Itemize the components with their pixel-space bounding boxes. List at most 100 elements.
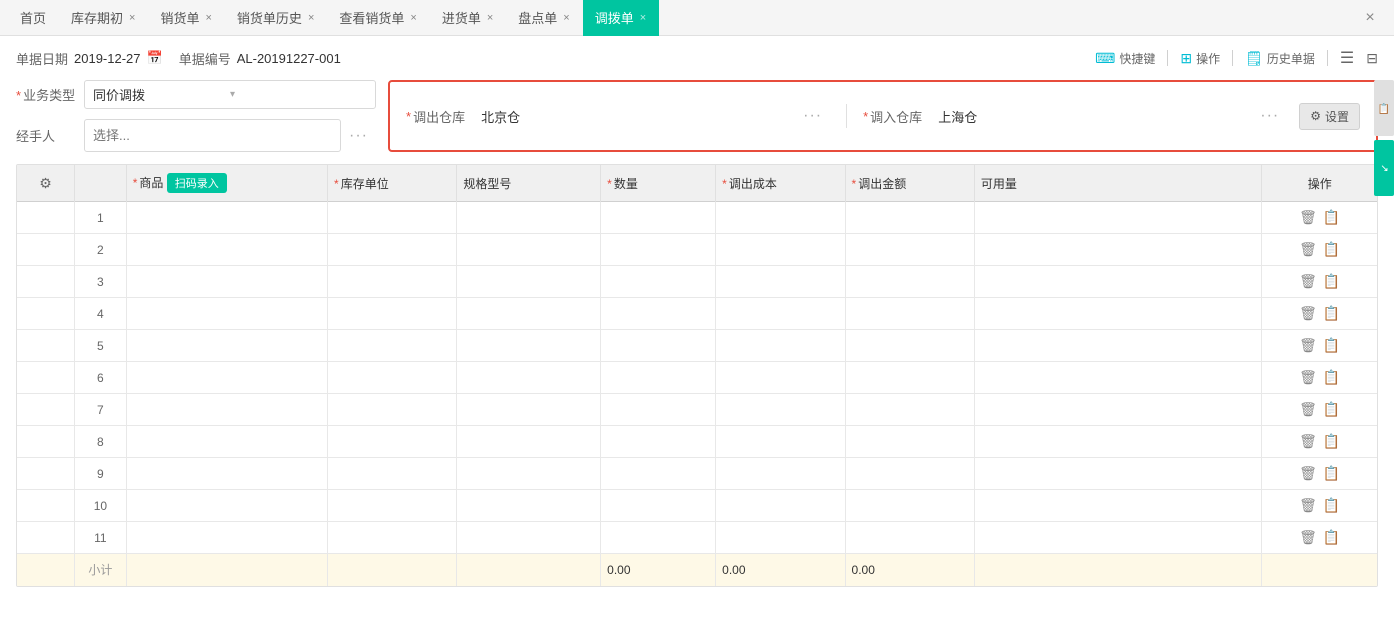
copy-icon[interactable]: 📋 xyxy=(1323,497,1340,514)
tab-label: 销货单历史 xyxy=(237,8,302,27)
tab-close-icon[interactable]: × xyxy=(640,12,646,24)
warehouse-out-more-button[interactable]: ··· xyxy=(795,107,830,125)
tab-label: 进货单 xyxy=(442,8,481,27)
tab-label: 盘点单 xyxy=(518,8,557,27)
tab-label: 查看销货单 xyxy=(339,8,404,27)
delete-icon[interactable]: 🗑 xyxy=(1299,401,1317,418)
grid-icon: ⊞ xyxy=(1180,50,1192,67)
warehouse-out-label: * 调出仓库 xyxy=(406,107,465,126)
delete-icon[interactable]: 🗑 xyxy=(1299,529,1317,546)
scan-button[interactable]: 扫码录入 xyxy=(167,173,227,193)
sidebar-note-button[interactable]: 📋 xyxy=(1374,80,1394,136)
data-table: ⚙ *商品 扫码录入 *库存单位 规格型号 xyxy=(17,165,1377,586)
subtotal-qty: 0.00 xyxy=(607,563,630,577)
row-seq: 9 xyxy=(75,458,127,490)
row-seq: 1 xyxy=(75,202,127,234)
tab-home[interactable]: 首页 xyxy=(8,0,59,36)
copy-icon[interactable]: 📋 xyxy=(1323,369,1340,386)
doc-date-label: 单据日期 xyxy=(16,49,68,68)
warehouse-in-field: * 调入仓库 上海仓 ··· xyxy=(863,107,1287,126)
main-content: 单据日期 2019-12-27 📅 单据编号 AL-20191227-001 ⌨… xyxy=(0,36,1394,599)
tab-view-sales[interactable]: 查看销货单 × xyxy=(327,0,429,36)
copy-icon[interactable]: 📋 xyxy=(1323,433,1340,450)
doc-number-field: 单据编号 AL-20191227-001 xyxy=(179,49,341,68)
tab-close-icon[interactable]: × xyxy=(563,12,569,24)
th-spec: 规格型号 xyxy=(457,165,601,202)
delete-icon[interactable]: 🗑 xyxy=(1299,433,1317,450)
delete-icon[interactable]: 🗑 xyxy=(1299,241,1317,258)
copy-icon[interactable]: 📋 xyxy=(1323,241,1340,258)
th-action: 操作 xyxy=(1262,165,1377,202)
warehouse-divider xyxy=(846,104,847,128)
person-select-input[interactable] xyxy=(93,124,332,147)
table-row: 4 🗑 📋 xyxy=(17,298,1377,330)
row-seq: 2 xyxy=(75,234,127,266)
subtotal-label: 小计 xyxy=(88,563,112,577)
th-seq xyxy=(75,165,127,202)
tab-purchase[interactable]: 进货单 × xyxy=(430,0,506,36)
copy-icon[interactable]: 📋 xyxy=(1323,465,1340,482)
copy-icon[interactable]: 📋 xyxy=(1323,273,1340,290)
doc-number-label: 单据编号 xyxy=(179,49,231,68)
table-row: 10 🗑 📋 xyxy=(17,490,1377,522)
delete-icon[interactable]: 🗑 xyxy=(1299,465,1317,482)
tab-close-icon[interactable]: × xyxy=(410,12,416,24)
tab-sales-order[interactable]: 销货单 × xyxy=(148,0,224,36)
delete-icon[interactable]: 🗑 xyxy=(1299,209,1317,226)
copy-icon[interactable]: 📋 xyxy=(1323,529,1340,546)
row-seq: 3 xyxy=(75,266,127,298)
tab-close-icon[interactable]: × xyxy=(308,12,314,24)
delete-icon[interactable]: 🗑 xyxy=(1299,497,1317,514)
tab-close-icon[interactable]: × xyxy=(205,12,211,24)
layout-grid-icon: ⊟ xyxy=(1366,50,1378,67)
history-button[interactable]: 🗒 历史单据 xyxy=(1245,50,1315,67)
form-section: *业务类型 同价调拨 ▾ 经手人 ··· xyxy=(16,80,1378,152)
tab-inventory-init[interactable]: 库存期初 × xyxy=(59,0,148,36)
row-seq: 6 xyxy=(75,362,127,394)
copy-icon[interactable]: 📋 xyxy=(1323,401,1340,418)
person-input[interactable] xyxy=(84,119,341,152)
sidebar-expand-button[interactable]: ↗ xyxy=(1374,140,1394,196)
tab-inventory[interactable]: 盘点单 × xyxy=(506,0,582,36)
delete-icon[interactable]: 🗑 xyxy=(1299,369,1317,386)
copy-icon[interactable]: 📋 xyxy=(1323,209,1340,226)
form-left: *业务类型 同价调拨 ▾ 经手人 ··· xyxy=(16,80,376,152)
copy-icon[interactable]: 📋 xyxy=(1323,305,1340,322)
th-settings[interactable]: ⚙ xyxy=(17,165,75,202)
row-seq: 7 xyxy=(75,394,127,426)
delete-icon[interactable]: 🗑 xyxy=(1299,337,1317,354)
column-gear-icon[interactable]: ⚙ xyxy=(39,175,52,191)
table-row: 11 🗑 📋 xyxy=(17,522,1377,554)
layout-grid-button[interactable]: ⊟ xyxy=(1366,50,1378,67)
tab-home-label: 首页 xyxy=(20,8,46,27)
doc-date-value: 2019-12-27 xyxy=(74,51,141,66)
person-label: 经手人 xyxy=(16,126,76,145)
settings-button[interactable]: ⚙ 设置 xyxy=(1299,103,1360,130)
copy-icon[interactable]: 📋 xyxy=(1323,337,1340,354)
divider xyxy=(1167,50,1168,66)
warehouse-out-value: 北京仓 xyxy=(481,107,787,126)
delete-icon[interactable]: 🗑 xyxy=(1299,273,1317,290)
tab-close-icon[interactable]: × xyxy=(129,12,135,24)
tab-sales-history[interactable]: 销货单历史 × xyxy=(225,0,327,36)
shortcut-label: 快捷键 xyxy=(1119,50,1155,67)
window-close-button[interactable]: × xyxy=(1354,2,1386,34)
biz-type-dropdown[interactable]: 同价调拨 ▾ xyxy=(84,80,376,109)
person-more-button[interactable]: ··· xyxy=(341,127,376,145)
layout-toggle-button[interactable]: ☰ xyxy=(1340,48,1354,68)
th-product: *商品 扫码录入 xyxy=(126,165,327,202)
th-cost: *调出成本 xyxy=(716,165,845,202)
table-scroll-area[interactable]: ⚙ *商品 扫码录入 *库存单位 规格型号 xyxy=(17,165,1377,586)
operate-button[interactable]: ⊞ 操作 xyxy=(1180,50,1220,67)
warehouse-in-more-button[interactable]: ··· xyxy=(1252,107,1287,125)
tab-close-icon[interactable]: × xyxy=(487,12,493,24)
operate-label: 操作 xyxy=(1196,50,1220,67)
shortcut-button[interactable]: ⌨ 快捷键 xyxy=(1095,50,1155,67)
subtotal-row: 小计 0.00 0.00 0.00 xyxy=(17,554,1377,586)
delete-icon[interactable]: 🗑 xyxy=(1299,305,1317,322)
calendar-icon[interactable]: 📅 xyxy=(147,50,163,66)
doc-header-left: 单据日期 2019-12-27 📅 单据编号 AL-20191227-001 xyxy=(16,49,341,68)
history-label: 历史单据 xyxy=(1267,50,1315,67)
right-sidebar: 📋 ↗ xyxy=(1374,80,1394,196)
tab-transfer[interactable]: 调拨单 × xyxy=(583,0,659,36)
